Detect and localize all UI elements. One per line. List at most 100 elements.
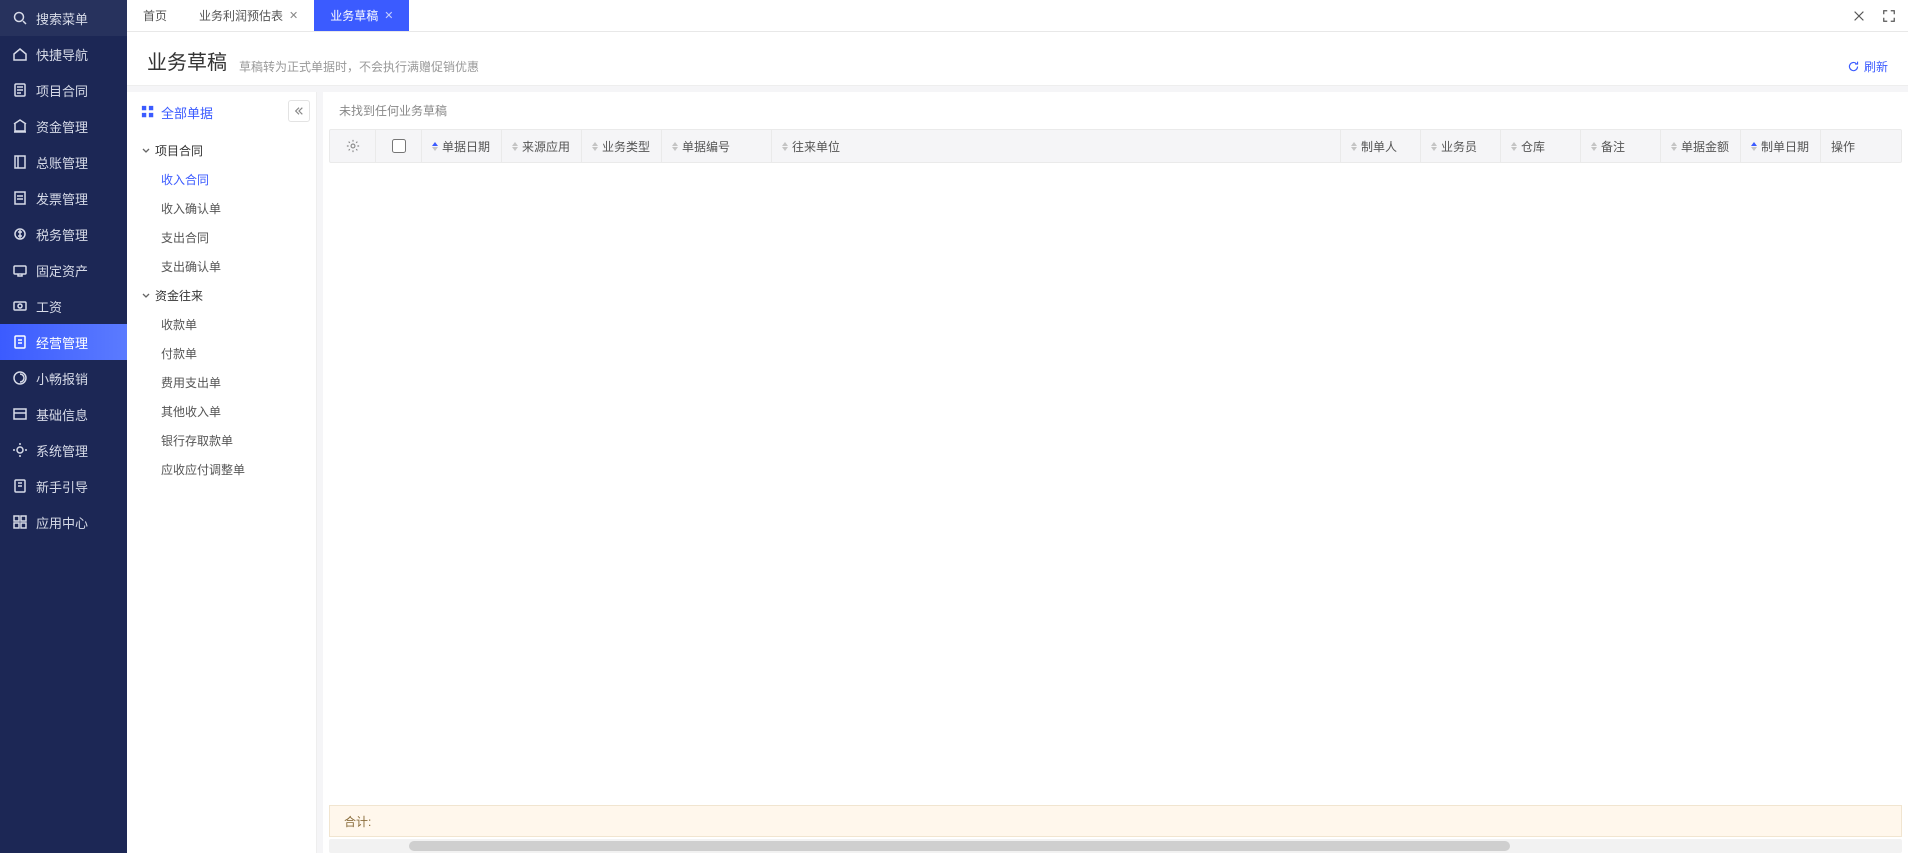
- col-label: 仓库: [1521, 138, 1545, 155]
- close-all-icon[interactable]: [1850, 7, 1868, 25]
- page-header: 业务草稿 草稿转为正式单据时，不会执行满赠促销优惠 刷新: [127, 32, 1908, 86]
- sidebar-item-invoice[interactable]: 发票管理: [0, 180, 127, 216]
- tree-leaf-1-2[interactable]: 费用支出单: [127, 368, 316, 397]
- select-all-checkbox[interactable]: [392, 139, 406, 153]
- sort-icon: [1591, 142, 1597, 151]
- sidebar-item-label: 快捷导航: [36, 45, 88, 64]
- scrollbar-thumb[interactable]: [409, 841, 1510, 851]
- home-icon: [12, 46, 28, 62]
- empty-message: 未找到任何业务草稿: [323, 92, 1908, 129]
- sidebar-item-label: 基础信息: [36, 405, 88, 424]
- apps-icon: [12, 514, 28, 530]
- close-icon[interactable]: ✕: [384, 9, 393, 22]
- sidebar-item-guide[interactable]: 新手引导: [0, 468, 127, 504]
- tab-0[interactable]: 首页: [127, 0, 183, 31]
- col-label: 单据日期: [442, 138, 490, 155]
- tab-label: 业务草稿: [330, 7, 378, 24]
- tree-group-1[interactable]: 资金往来: [127, 281, 316, 310]
- table-footer: 合计:: [329, 805, 1902, 837]
- sidebar-item-label: 发票管理: [36, 189, 88, 208]
- sort-icon: [592, 142, 598, 151]
- sidebar-item-biz[interactable]: 经营管理: [0, 324, 127, 360]
- col-sales[interactable]: 业务员: [1421, 130, 1501, 162]
- select-all-cell[interactable]: [376, 130, 422, 162]
- fullscreen-icon[interactable]: [1880, 7, 1898, 25]
- sidebar-item-label: 总账管理: [36, 153, 88, 172]
- filter-tree: 项目合同收入合同收入确认单支出合同支出确认单资金往来收款单付款单费用支出单其他收…: [127, 132, 316, 494]
- sidebar-item-tax[interactable]: 税务管理: [0, 216, 127, 252]
- tree-leaf-1-3[interactable]: 其他收入单: [127, 397, 316, 426]
- sidebar-item-label: 系统管理: [36, 441, 88, 460]
- col-mdate[interactable]: 制单日期: [1741, 130, 1821, 162]
- sidebar-item-label: 小畅报销: [36, 369, 88, 388]
- tree-leaf-1-4[interactable]: 银行存取款单: [127, 426, 316, 455]
- table-header: 单据日期 来源应用业务类型 单据编号 往来单位 制单人业务员 仓库 备注 单据金额 制单日期 操作: [329, 129, 1902, 163]
- sort-icon: [1671, 142, 1677, 151]
- col-label: 往来单位: [792, 138, 840, 155]
- tab-2[interactable]: 业务草稿 ✕: [314, 0, 409, 31]
- col-op[interactable]: 操作: [1821, 130, 1901, 162]
- tree-leaf-1-0[interactable]: 收款单: [127, 310, 316, 339]
- asset-icon: [12, 262, 28, 278]
- sidebar-item-quick-nav[interactable]: 快捷导航: [0, 36, 127, 72]
- grid-icon: [141, 105, 155, 119]
- refresh-button[interactable]: 刷新: [1847, 58, 1888, 75]
- tree-group-0[interactable]: 项目合同: [127, 136, 316, 165]
- footer-total-label: 合计:: [344, 813, 371, 830]
- sort-icon: [672, 142, 678, 151]
- collapse-panel-button[interactable]: [288, 100, 310, 122]
- col-label: 单据编号: [682, 138, 730, 155]
- sidebar-item-base[interactable]: 基础信息: [0, 396, 127, 432]
- tabs-bar: 首页业务利润预估表 ✕ 业务草稿 ✕: [127, 0, 1908, 32]
- col-amt[interactable]: 单据金额: [1661, 130, 1741, 162]
- doc-icon: [12, 82, 28, 98]
- tree-leaf-0-1[interactable]: 收入确认单: [127, 194, 316, 223]
- sidebar-item-system[interactable]: 系统管理: [0, 432, 127, 468]
- sidebar-item-asset[interactable]: 固定资产: [0, 252, 127, 288]
- col-wh[interactable]: 仓库: [1501, 130, 1581, 162]
- content-area: 未找到任何业务草稿 单据日期 来源应用业务类型 单据编号 往来单位 制单人业务员 仓库 备注…: [323, 92, 1908, 853]
- close-icon[interactable]: ✕: [289, 9, 298, 22]
- col-maker[interactable]: 制单人: [1341, 130, 1421, 162]
- filter-panel: 全部单据 项目合同收入合同收入确认单支出合同支出确认单资金往来收款单付款单费用支…: [127, 92, 317, 853]
- col-label: 操作: [1831, 138, 1855, 155]
- column-settings-button[interactable]: [330, 130, 376, 162]
- sort-icon: [1511, 142, 1517, 151]
- tab-1[interactable]: 业务利润预估表 ✕: [183, 0, 314, 31]
- tab-label: 业务利润预估表: [199, 7, 283, 24]
- sidebar-item-appcenter[interactable]: 应用中心: [0, 504, 127, 540]
- salary-icon: [12, 298, 28, 314]
- sidebar-item-label: 项目合同: [36, 81, 88, 100]
- col-btype[interactable]: 业务类型: [582, 130, 662, 162]
- col-date[interactable]: 单据日期: [422, 130, 502, 162]
- col-label: 来源应用: [522, 138, 570, 155]
- col-label: 单据金额: [1681, 138, 1729, 155]
- sidebar-item-project[interactable]: 项目合同: [0, 72, 127, 108]
- tree-leaf-0-3[interactable]: 支出确认单: [127, 252, 316, 281]
- tree-leaf-0-0[interactable]: 收入合同: [127, 165, 316, 194]
- horizontal-scrollbar[interactable]: [329, 839, 1902, 853]
- col-remark[interactable]: 备注: [1581, 130, 1661, 162]
- sidebar-item-search-menu[interactable]: 搜索菜单: [0, 0, 127, 36]
- col-src[interactable]: 来源应用: [502, 130, 582, 162]
- base-icon: [12, 406, 28, 422]
- sort-icon: [432, 142, 438, 151]
- tree-group-label: 项目合同: [155, 142, 203, 159]
- sidebar-item-label: 资金管理: [36, 117, 88, 136]
- sidebar-item-reimburse[interactable]: 小畅报销: [0, 360, 127, 396]
- sidebar-item-fund[interactable]: 资金管理: [0, 108, 127, 144]
- col-no[interactable]: 单据编号: [662, 130, 772, 162]
- guide-icon: [12, 478, 28, 494]
- sidebar-item-salary[interactable]: 工资: [0, 288, 127, 324]
- sidebar-item-label: 新手引导: [36, 477, 88, 496]
- sidebar-item-label: 搜索菜单: [36, 9, 88, 28]
- sidebar-item-label: 工资: [36, 297, 62, 316]
- sidebar-item-ledger[interactable]: 总账管理: [0, 144, 127, 180]
- col-party[interactable]: 往来单位: [772, 130, 1341, 162]
- tree-leaf-0-2[interactable]: 支出合同: [127, 223, 316, 252]
- tree-leaf-1-1[interactable]: 付款单: [127, 339, 316, 368]
- col-label: 制单日期: [1761, 138, 1809, 155]
- biz-icon: [12, 334, 28, 350]
- tree-leaf-1-5[interactable]: 应收应付调整单: [127, 455, 316, 484]
- sidebar: 搜索菜单快捷导航项目合同资金管理总账管理发票管理税务管理固定资产工资经营管理小畅…: [0, 0, 127, 853]
